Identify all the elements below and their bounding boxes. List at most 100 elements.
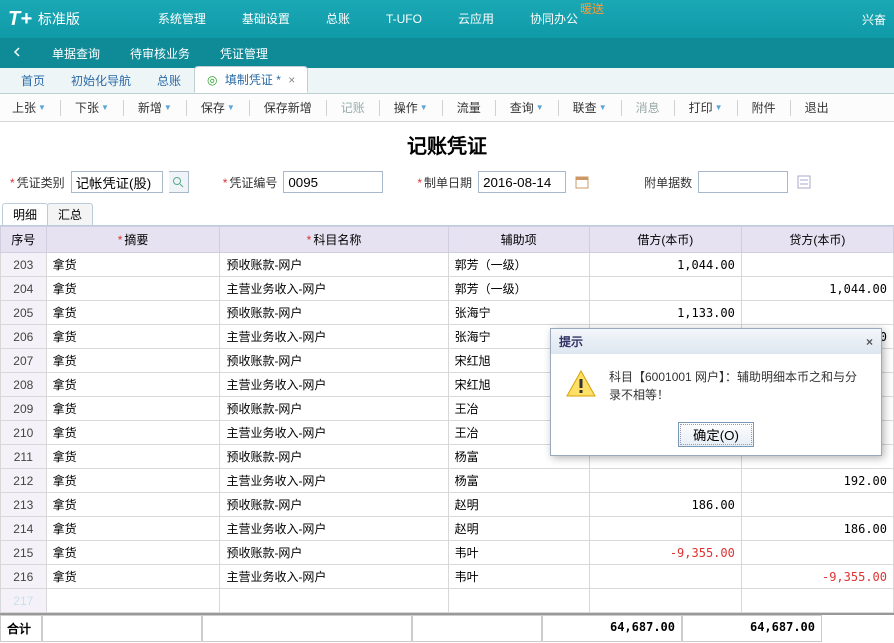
cell-aux[interactable]: 张海宁 <box>448 301 589 325</box>
table-row[interactable]: 204拿货主营业务收入-网户郭芳（一级）1,044.00 <box>1 277 894 301</box>
input-voucher-type[interactable] <box>71 171 163 193</box>
cell-summary[interactable]: 拿货 <box>46 517 220 541</box>
tool-新增[interactable]: 新增▼ <box>132 97 178 118</box>
tab-gl[interactable]: 总账 <box>144 67 194 93</box>
cell-subject[interactable]: 主营业务收入-网户 <box>220 517 448 541</box>
cell-aux[interactable]: 韦叶 <box>448 541 589 565</box>
cell-summary[interactable]: 拿货 <box>46 397 220 421</box>
input-date[interactable] <box>478 171 566 193</box>
table-row[interactable]: 203拿货预收账款-网户郭芳（一级）1,044.00 <box>1 253 894 277</box>
cell-summary[interactable]: 拿货 <box>46 277 220 301</box>
cell-seq[interactable]: 215 <box>1 541 47 565</box>
cell-aux[interactable]: 杨富 <box>448 469 589 493</box>
table-row[interactable]: 205拿货预收账款-网户张海宁1,133.00 <box>1 301 894 325</box>
cell-subject[interactable]: 预收账款-网户 <box>220 541 448 565</box>
menu-orange[interactable]: 暖送 <box>580 0 604 38</box>
cell-summary[interactable]: 拿货 <box>46 301 220 325</box>
subtab-detail[interactable]: 明细 <box>2 203 48 225</box>
input-attach[interactable] <box>698 171 788 193</box>
cell-subject[interactable]: 主营业务收入-网户 <box>220 565 448 589</box>
cell-summary[interactable]: 拿货 <box>46 445 220 469</box>
tool-查询[interactable]: 查询▼ <box>504 97 550 118</box>
cell-summary[interactable]: 拿货 <box>46 493 220 517</box>
table-row[interactable]: 213拿货预收账款-网户赵明186.00 <box>1 493 894 517</box>
cell-debit[interactable] <box>589 565 741 589</box>
tool-下张[interactable]: 下张▼ <box>69 97 115 118</box>
cell-seq[interactable]: 207 <box>1 349 47 373</box>
tool-保存新增[interactable]: 保存新增 <box>258 97 318 118</box>
cell-credit[interactable] <box>741 301 893 325</box>
cell-debit[interactable]: 1,133.00 <box>589 301 741 325</box>
dialog-titlebar[interactable]: 提示 × <box>551 329 881 354</box>
cell-credit[interactable]: 186.00 <box>741 517 893 541</box>
cell-subject[interactable]: 主营业务收入-网户 <box>220 277 448 301</box>
cell-debit[interactable]: -9,355.00 <box>589 541 741 565</box>
menu-gl[interactable]: 总账 <box>308 0 368 38</box>
cell-debit[interactable] <box>589 517 741 541</box>
cell-summary[interactable]: 拿货 <box>46 541 220 565</box>
cell-debit[interactable] <box>589 469 741 493</box>
cell-seq[interactable]: 208 <box>1 373 47 397</box>
tab-home[interactable]: 首页 <box>8 67 58 93</box>
cell-debit[interactable]: 1,044.00 <box>589 253 741 277</box>
table-row-ghost[interactable]: 217 <box>1 589 894 613</box>
cell-aux[interactable]: 郭芳（一级） <box>448 277 589 301</box>
cell-seq[interactable]: 210 <box>1 421 47 445</box>
cell-seq[interactable]: 205 <box>1 301 47 325</box>
cell-seq[interactable]: 209 <box>1 397 47 421</box>
menu-base[interactable]: 基础设置 <box>224 0 308 38</box>
tool-退出[interactable]: 退出 <box>799 97 835 118</box>
cell-seq[interactable]: 203 <box>1 253 47 277</box>
tool-上张[interactable]: 上张▼ <box>6 97 52 118</box>
cell-subject[interactable]: 预收账款-网户 <box>220 445 448 469</box>
cell-subject[interactable]: 预收账款-网户 <box>220 301 448 325</box>
cell-aux[interactable]: 韦叶 <box>448 565 589 589</box>
nav-bill-query[interactable]: 单据查询 <box>52 45 100 62</box>
cell-summary[interactable]: 拿货 <box>46 565 220 589</box>
arrow-left-icon[interactable] <box>12 46 22 60</box>
tool-消息[interactable]: 消息 <box>630 97 666 118</box>
cell-aux[interactable]: 郭芳（一级） <box>448 253 589 277</box>
tool-流量[interactable]: 流量 <box>451 97 487 118</box>
cell-subject[interactable]: 主营业务收入-网户 <box>220 421 448 445</box>
menu-tufo[interactable]: T-UFO <box>368 0 440 38</box>
cell-credit[interactable]: 192.00 <box>741 469 893 493</box>
tab-init[interactable]: 初始化导航 <box>58 67 144 93</box>
cell-seq[interactable]: 216 <box>1 565 47 589</box>
cell-summary[interactable]: 拿货 <box>46 469 220 493</box>
cell-seq[interactable]: 204 <box>1 277 47 301</box>
cell-credit[interactable] <box>741 541 893 565</box>
nav-voucher-mgmt[interactable]: 凭证管理 <box>220 45 268 62</box>
cell-subject[interactable]: 预收账款-网户 <box>220 397 448 421</box>
lookup-icon[interactable] <box>169 171 189 193</box>
cell-seq[interactable]: 213 <box>1 493 47 517</box>
cell-summary[interactable]: 拿货 <box>46 373 220 397</box>
calendar-icon[interactable] <box>572 171 592 193</box>
cell-aux[interactable]: 赵明 <box>448 493 589 517</box>
cell-aux[interactable]: 赵明 <box>448 517 589 541</box>
cell-seq[interactable]: 212 <box>1 469 47 493</box>
cell-summary[interactable]: 拿货 <box>46 253 220 277</box>
cell-summary[interactable]: 拿货 <box>46 349 220 373</box>
cell-summary[interactable]: 拿货 <box>46 421 220 445</box>
cell-credit[interactable] <box>741 493 893 517</box>
tool-保存[interactable]: 保存▼ <box>195 97 241 118</box>
tool-联查[interactable]: 联查▼ <box>567 97 613 118</box>
tool-打印[interactable]: 打印▼ <box>683 97 729 118</box>
cell-subject[interactable]: 主营业务收入-网户 <box>220 373 448 397</box>
cell-subject[interactable]: 预收账款-网户 <box>220 253 448 277</box>
cell-seq[interactable]: 217 <box>1 589 47 613</box>
input-voucher-num[interactable] <box>283 171 383 193</box>
dialog-ok-button[interactable]: 确定(O) <box>678 422 754 447</box>
cell-seq[interactable]: 214 <box>1 517 47 541</box>
cell-subject[interactable]: 主营业务收入-网户 <box>220 469 448 493</box>
cell-seq[interactable]: 211 <box>1 445 47 469</box>
nav-pending[interactable]: 待审核业务 <box>130 45 190 62</box>
subtab-summary[interactable]: 汇总 <box>47 203 93 225</box>
cell-subject[interactable]: 主营业务收入-网户 <box>220 325 448 349</box>
tool-附件[interactable]: 附件 <box>746 97 782 118</box>
tool-记账[interactable]: 记账 <box>335 97 371 118</box>
table-row[interactable]: 214拿货主营业务收入-网户赵明 186.00 <box>1 517 894 541</box>
cell-credit[interactable]: -9,355.00 <box>741 565 893 589</box>
cell-credit[interactable] <box>741 253 893 277</box>
